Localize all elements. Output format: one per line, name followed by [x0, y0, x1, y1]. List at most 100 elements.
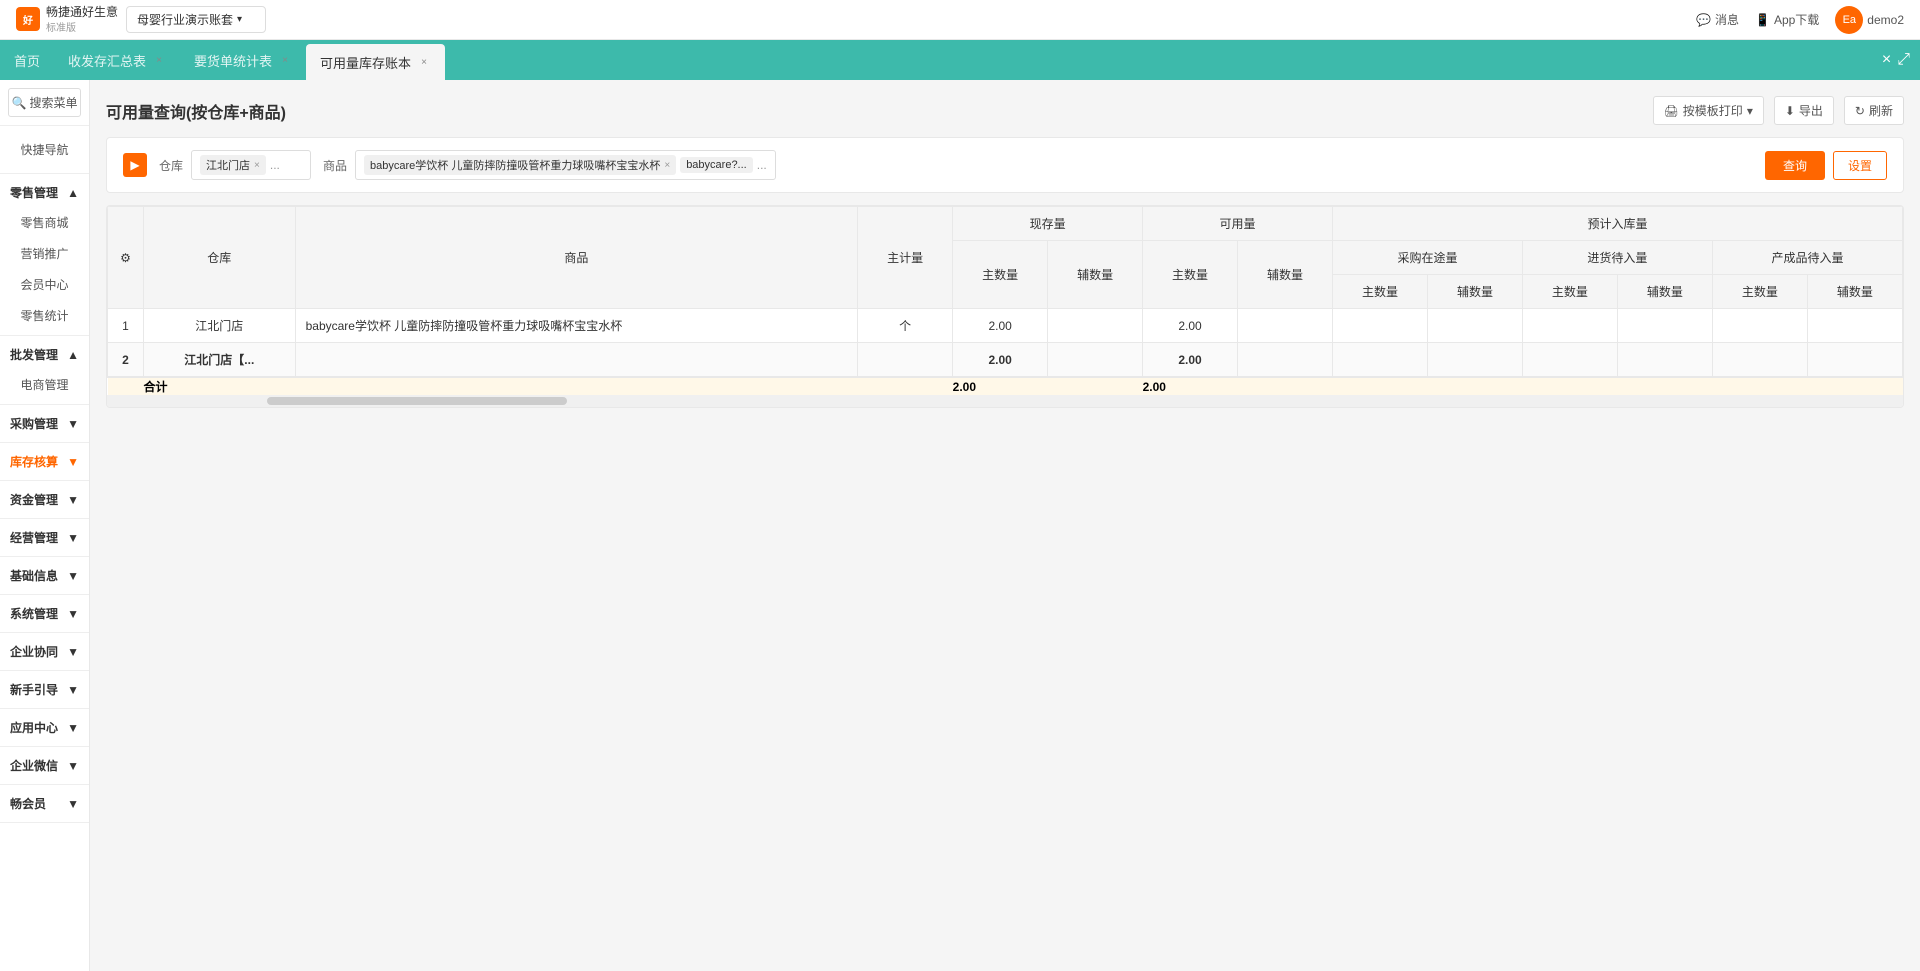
tab-available-stock[interactable]: 可用量库存账本 ×	[306, 44, 445, 80]
app-download-btn[interactable]: 📱 App下载	[1755, 11, 1819, 28]
export-icon: ⬇	[1785, 104, 1795, 118]
sidebar-section-appstore: 应用中心 ▼	[0, 709, 89, 747]
product-filter-tag2: babycare?...	[680, 157, 753, 173]
quick-nav-label: 快捷导航	[20, 143, 68, 157]
footer-production-aux	[1807, 377, 1902, 395]
footer-available-main: 2.00	[1143, 377, 1238, 395]
sidebar-item-marketing[interactable]: 营销推广	[0, 238, 89, 269]
member-label: 畅会员	[10, 795, 46, 812]
sidebar-header-finance[interactable]: 资金管理 ▼	[0, 485, 89, 514]
print-btn[interactable]: 🖨 按模板打印 ▾	[1653, 96, 1764, 125]
cell-inbound-main-1	[1522, 309, 1617, 343]
th-available-aux: 辅数量	[1238, 241, 1333, 309]
sidebar-header-newguide[interactable]: 新手引导 ▼	[0, 675, 89, 704]
footer-purchase-main	[1333, 377, 1428, 395]
cell-purchase-main-2	[1333, 343, 1428, 378]
tab-fullscreen-icon[interactable]: ⤢	[1897, 51, 1910, 69]
sidebar-header-system[interactable]: 系统管理 ▼	[0, 599, 89, 628]
table-row: 2 江北门店【... 2.00 2.00	[108, 343, 1903, 378]
user-name: demo2	[1867, 13, 1904, 27]
sidebar-header-wholesale[interactable]: 批发管理 ▲	[0, 340, 89, 369]
sidebar-header-member[interactable]: 畅会员 ▼	[0, 789, 89, 818]
sidebar-item-retail-stats[interactable]: 零售统计	[0, 300, 89, 331]
sidebar-item-retail-mall[interactable]: 零售商城	[0, 207, 89, 238]
sidebar-item-quick-nav[interactable]: 快捷导航	[0, 134, 89, 165]
sidebar-header-wechat[interactable]: 企业微信 ▼	[0, 751, 89, 780]
search-menu-btn[interactable]: 🔍 搜索菜单	[8, 88, 81, 117]
sidebar-header-inventory[interactable]: 库存核算 ▼	[0, 447, 89, 476]
cell-stock-main-2: 2.00	[953, 343, 1048, 378]
message-label: 消息	[1715, 11, 1739, 28]
th-stock-main: 主数量	[953, 241, 1048, 309]
sidebar-section-inventory: 库存核算 ▼	[0, 443, 89, 481]
sidebar-header-appstore[interactable]: 应用中心 ▼	[0, 713, 89, 742]
message-btn[interactable]: 💬 消息	[1696, 11, 1739, 28]
filter-toggle-icon: ▶	[130, 158, 139, 172]
sidebar-section-system: 系统管理 ▼	[0, 595, 89, 633]
sidebar-item-ecommerce[interactable]: 电商管理	[0, 369, 89, 400]
inventory-label: 库存核算	[10, 453, 58, 470]
settings-btn[interactable]: 设置	[1833, 151, 1887, 180]
th-planned-group: 预计入库量	[1333, 207, 1903, 241]
industry-selector[interactable]: 母婴行业演示账套 ▾	[126, 6, 266, 33]
product-tag2-text: babycare?...	[686, 159, 747, 171]
th-inbound-aux: 辅数量	[1617, 275, 1712, 309]
sidebar-section-retail: 零售管理 ▲ 零售商城 营销推广 会员中心 零售统计	[0, 174, 89, 336]
sidebar-header-enterprise[interactable]: 企业协同 ▼	[0, 637, 89, 666]
th-settings[interactable]: ⚙	[108, 207, 144, 309]
tab-bar-end: × ⤢	[1872, 40, 1920, 80]
th-production-aux: 辅数量	[1807, 275, 1902, 309]
tab-order-stat-label: 要货单统计表	[194, 51, 272, 70]
page-title: 可用量查询(按仓库+商品)	[106, 99, 286, 123]
tab-order-stat[interactable]: 要货单统计表 ×	[180, 40, 306, 80]
product-filter-more[interactable]: ...	[757, 158, 767, 172]
scroll-thumb[interactable]	[267, 397, 567, 405]
sidebar-header-purchase[interactable]: 采购管理 ▼	[0, 409, 89, 438]
page-actions: 🖨 按模板打印 ▾ ⬇ 导出 ↻ 刷新	[1653, 96, 1904, 125]
page-content: 可用量查询(按仓库+商品) 🖨 按模板打印 ▾ ⬇ 导出 ↻ 刷新	[90, 80, 1920, 971]
newguide-label: 新手引导	[10, 681, 58, 698]
filter-toggle-btn[interactable]: ▶	[123, 153, 147, 177]
product-tag1-text: babycare学饮杯 儿童防摔防撞吸管杯重力球吸嘴杯宝宝水杯	[370, 157, 660, 173]
refresh-btn[interactable]: ↻ 刷新	[1844, 96, 1904, 125]
footer-production-main	[1712, 377, 1807, 395]
footer-stock-aux	[1048, 377, 1143, 395]
sidebar-header-operations[interactable]: 经营管理 ▼	[0, 523, 89, 552]
export-btn[interactable]: ⬇ 导出	[1774, 96, 1834, 125]
search-icon: 🔍	[12, 96, 27, 110]
horizontal-scrollbar[interactable]	[107, 395, 1903, 407]
cell-available-main-2: 2.00	[1143, 343, 1238, 378]
product-filter-input[interactable]: babycare学饮杯 儿童防摔防撞吸管杯重力球吸嘴杯宝宝水杯 × babyca…	[355, 150, 776, 180]
sidebar-section-purchase: 采购管理 ▼	[0, 405, 89, 443]
tab-bar: 首页 收发存汇总表 × 要货单统计表 × 可用量库存账本 × × ⤢	[0, 40, 1920, 80]
sidebar-search: 🔍 搜索菜单	[0, 80, 89, 126]
export-label: 导出	[1799, 102, 1823, 119]
footer-purchase-aux	[1427, 377, 1522, 395]
tab-available-stock-close[interactable]: ×	[417, 55, 431, 69]
top-bar-left: 好 畅捷通好生意 标准版 母婴行业演示账套 ▾	[16, 5, 266, 34]
tab-close-all-icon[interactable]: ×	[1882, 51, 1891, 69]
footer-empty2	[295, 377, 858, 395]
system-chevron-icon: ▼	[67, 607, 79, 621]
tab-order-stat-close[interactable]: ×	[278, 53, 292, 67]
cell-stock-aux-2	[1048, 343, 1143, 378]
sidebar-header-basics[interactable]: 基础信息 ▼	[0, 561, 89, 590]
warehouse-tag-close[interactable]: ×	[254, 160, 260, 171]
sidebar-header-retail[interactable]: 零售管理 ▲	[0, 178, 89, 207]
th-purchase-transit: 采购在途量	[1333, 241, 1523, 275]
logo-icon: 好	[16, 7, 40, 31]
warehouse-filter-more[interactable]: ...	[270, 158, 280, 172]
cell-available-main-1: 2.00	[1143, 309, 1238, 343]
content-area: 可用量查询(按仓库+商品) 🖨 按模板打印 ▾ ⬇ 导出 ↻ 刷新	[90, 80, 1920, 971]
tab-home[interactable]: 首页	[0, 40, 54, 80]
tab-receive[interactable]: 收发存汇总表 ×	[54, 40, 180, 80]
sidebar-item-membership[interactable]: 会员中心	[0, 269, 89, 300]
tab-receive-close[interactable]: ×	[152, 53, 166, 67]
logo-text-group: 畅捷通好生意 标准版	[46, 5, 118, 34]
query-btn[interactable]: 查询	[1765, 151, 1825, 180]
top-bar: 好 畅捷通好生意 标准版 母婴行业演示账套 ▾ 💬 消息 📱 App下载 Ea …	[0, 0, 1920, 40]
product-tag1-close[interactable]: ×	[664, 160, 670, 171]
warehouse-filter-input[interactable]: 江北门店 × ...	[191, 150, 311, 180]
enterprise-chevron-icon: ▼	[67, 645, 79, 659]
user-profile[interactable]: Ea demo2	[1835, 6, 1904, 34]
